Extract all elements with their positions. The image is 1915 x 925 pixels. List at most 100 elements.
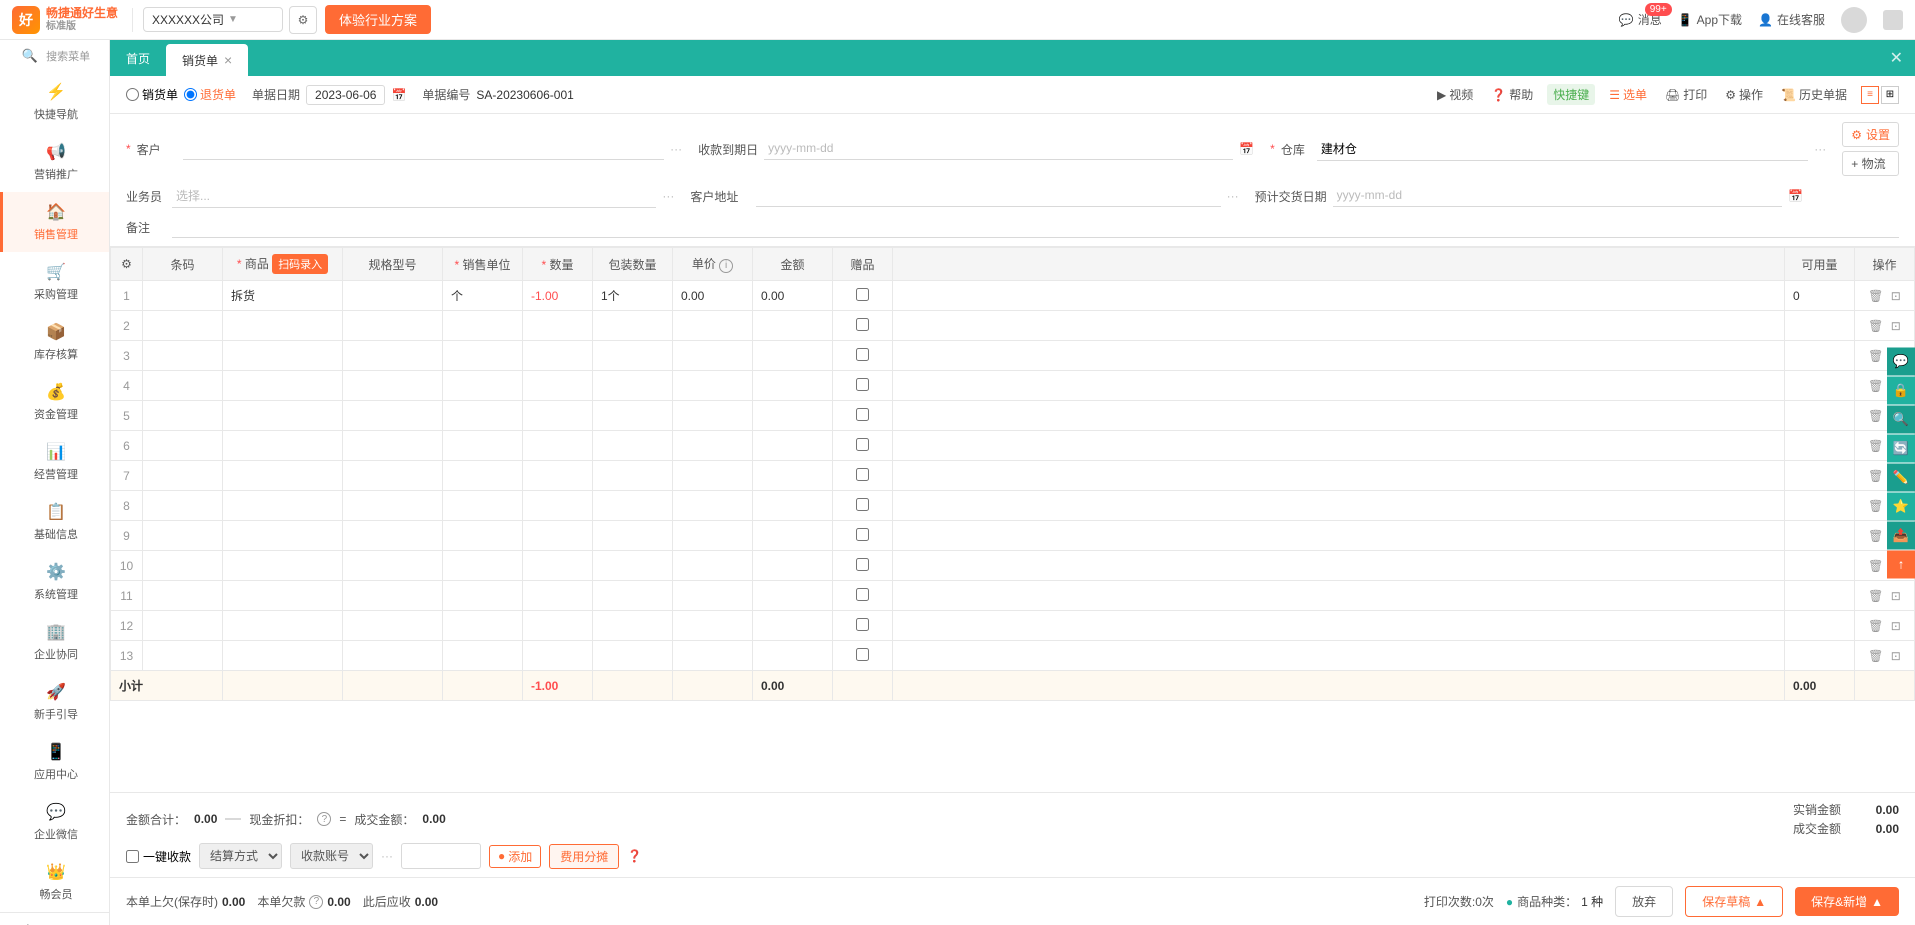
amount-input[interactable]: [401, 843, 481, 869]
row-pkg-qty[interactable]: [593, 581, 673, 611]
sidebar-item-quick-nav[interactable]: ⚡ 快捷导航: [0, 72, 109, 132]
row-price[interactable]: [673, 401, 753, 431]
row-delete-btn[interactable]: 🗑: [1868, 349, 1883, 363]
row-price[interactable]: [673, 371, 753, 401]
print-btn[interactable]: 🖨 打印: [1661, 84, 1711, 105]
sidebar-item-wechat[interactable]: 💬 企业微信: [0, 792, 109, 852]
row-price[interactable]: [673, 551, 753, 581]
row-amount[interactable]: [753, 401, 833, 431]
row-spec[interactable]: [343, 611, 443, 641]
settings-gear-btn[interactable]: ⚙: [289, 6, 317, 34]
gift-checkbox[interactable]: [856, 528, 869, 541]
grid-view-btn[interactable]: ⊞: [1881, 86, 1899, 104]
row-product[interactable]: [223, 581, 343, 611]
row-spec[interactable]: [343, 341, 443, 371]
row-barcode[interactable]: [143, 641, 223, 671]
row-product[interactable]: [223, 491, 343, 521]
rf-btn-7[interactable]: 📤: [1887, 521, 1915, 549]
row-pkg-qty[interactable]: [593, 491, 673, 521]
logistics-btn[interactable]: + 物流: [1842, 151, 1899, 176]
row-copy-btn[interactable]: ⊡: [1891, 649, 1901, 663]
gift-checkbox[interactable]: [856, 648, 869, 661]
row-spec[interactable]: [343, 401, 443, 431]
customer-more-btn[interactable]: ···: [670, 142, 682, 156]
sidebar-item-guide[interactable]: 🚀 新手引导: [0, 672, 109, 732]
sidebar-item-system[interactable]: ⚙️ 系统管理: [0, 552, 109, 612]
row-unit[interactable]: [443, 311, 523, 341]
company-selector[interactable]: XXXXXX公司 ▼: [143, 7, 283, 32]
row-amount[interactable]: [753, 371, 833, 401]
row-unit[interactable]: [443, 581, 523, 611]
row-barcode[interactable]: [143, 461, 223, 491]
row-unit[interactable]: [443, 551, 523, 581]
gift-checkbox[interactable]: [856, 288, 869, 301]
row-price[interactable]: [673, 641, 753, 671]
row-amount[interactable]: [753, 431, 833, 461]
scan-btn[interactable]: 扫码录入: [272, 254, 328, 274]
row-qty[interactable]: [523, 521, 593, 551]
select-btn[interactable]: ☰ 选单: [1605, 84, 1651, 105]
one-click-payment-input[interactable]: [126, 850, 139, 863]
row-spec[interactable]: [343, 641, 443, 671]
expected-delivery-input[interactable]: yyyy-mm-dd: [1333, 185, 1782, 207]
row-qty[interactable]: [523, 431, 593, 461]
th-settings[interactable]: ⚙: [111, 248, 143, 281]
row-amount[interactable]: [753, 551, 833, 581]
row-barcode[interactable]: [143, 371, 223, 401]
row-price[interactable]: [673, 581, 753, 611]
gift-checkbox[interactable]: [856, 588, 869, 601]
one-click-payment-checkbox[interactable]: 一键收款: [126, 848, 191, 865]
row-barcode[interactable]: [143, 551, 223, 581]
row-pkg-qty[interactable]: 1个: [593, 281, 673, 311]
help-btn[interactable]: ❓ 帮助: [1487, 84, 1537, 105]
row-price[interactable]: [673, 311, 753, 341]
rf-btn-6[interactable]: ⭐: [1887, 492, 1915, 520]
row-unit[interactable]: [443, 431, 523, 461]
row-gift[interactable]: [833, 341, 893, 371]
row-delete-btn[interactable]: 🗑: [1868, 529, 1883, 543]
row-gift[interactable]: [833, 611, 893, 641]
row-qty[interactable]: [523, 461, 593, 491]
row-gift[interactable]: [833, 431, 893, 461]
overdue-info-icon[interactable]: ?: [309, 895, 323, 909]
row-qty[interactable]: [523, 401, 593, 431]
row-barcode[interactable]: [143, 431, 223, 461]
row-pkg-qty[interactable]: [593, 611, 673, 641]
row-price[interactable]: [673, 611, 753, 641]
tab-sales-order[interactable]: 销货单 ×: [166, 44, 248, 76]
row-copy-btn[interactable]: ⊡: [1891, 319, 1901, 333]
row-unit[interactable]: [443, 611, 523, 641]
sidebar-item-inventory[interactable]: 📦 库存核算: [0, 312, 109, 372]
due-date-calendar-icon[interactable]: 📅: [1239, 142, 1254, 156]
row-pkg-qty[interactable]: [593, 641, 673, 671]
row-amount[interactable]: [753, 581, 833, 611]
row-product[interactable]: [223, 431, 343, 461]
fee-help-icon[interactable]: ❓: [627, 849, 642, 863]
radio-return-input[interactable]: [184, 88, 197, 101]
salesperson-more-btn[interactable]: ···: [662, 189, 674, 203]
row-pkg-qty[interactable]: [593, 551, 673, 581]
row-delete-btn[interactable]: 🗑: [1868, 499, 1883, 513]
row-delete-btn[interactable]: 🗑: [1868, 379, 1883, 393]
row-amount[interactable]: [753, 311, 833, 341]
row-gift[interactable]: [833, 641, 893, 671]
row-delete-btn[interactable]: 🗑: [1868, 409, 1883, 423]
sidebar-collapse-btn[interactable]: ◀: [76, 921, 88, 925]
app-download-btn[interactable]: 📱 App下载: [1678, 11, 1742, 28]
rf-btn-1[interactable]: 💬: [1887, 347, 1915, 375]
row-delete-btn[interactable]: 🗑: [1868, 469, 1883, 483]
row-qty[interactable]: [523, 341, 593, 371]
row-delete-btn[interactable]: 🗑: [1868, 439, 1883, 453]
row-qty[interactable]: [523, 581, 593, 611]
row-amount[interactable]: [753, 341, 833, 371]
sidebar-item-app-center[interactable]: 📱 应用中心: [0, 732, 109, 792]
expected-delivery-calendar-icon[interactable]: 📅: [1788, 189, 1803, 203]
rf-btn-8[interactable]: ↑: [1887, 550, 1915, 578]
warehouse-input[interactable]: 建材仓: [1317, 137, 1808, 161]
rf-btn-3[interactable]: 🔍: [1887, 405, 1915, 433]
row-delete-btn[interactable]: 🗑: [1868, 589, 1883, 603]
operate-btn[interactable]: ⚙ 操作: [1721, 84, 1767, 105]
video-btn[interactable]: ▶ 视频: [1433, 84, 1477, 105]
row-pkg-qty[interactable]: [593, 341, 673, 371]
row-product[interactable]: [223, 401, 343, 431]
